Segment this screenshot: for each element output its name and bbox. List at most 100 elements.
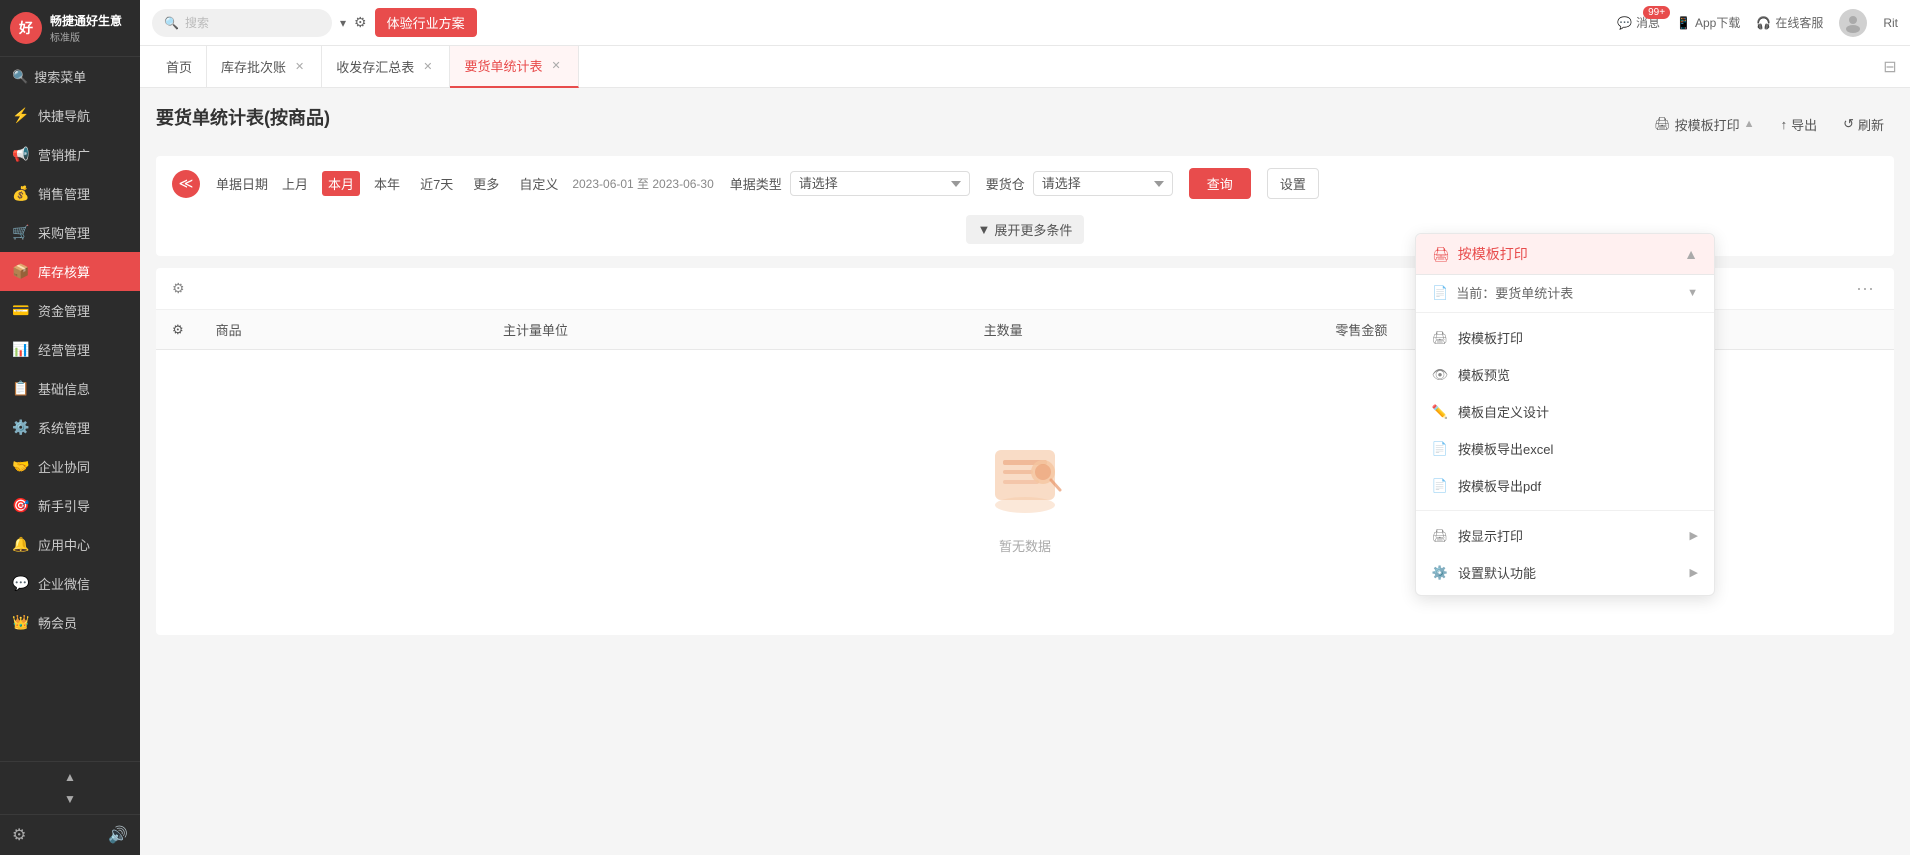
filter-row: ≪ 单据日期 上月 本月 本年 近7天 更多 自定义 2023-06-01 至 … (172, 168, 1878, 199)
filter-collapse-btn[interactable]: ≪ (172, 170, 200, 198)
dropdown-item-display-print[interactable]: 🖨 按显示打印 ▶ (1416, 517, 1714, 554)
tab-home[interactable]: 首页 (152, 46, 207, 88)
sidebar-item-appstore[interactable]: 🔔 应用中心 (0, 525, 140, 564)
date-more-btn[interactable]: 更多 (467, 171, 505, 196)
template-print-icon: 🖨 (1432, 330, 1448, 346)
sidebar-item-inventory[interactable]: 📦 库存核算 (0, 252, 140, 291)
col-extra (1735, 310, 1894, 350)
wechat-icon: 💬 (12, 575, 30, 593)
quick-nav-icon: ⚡ (12, 107, 30, 125)
dropdown-item-template-design[interactable]: ✏️ 模板自定义设计 (1416, 393, 1714, 430)
footer-settings-icon[interactable]: ⚙ (12, 825, 26, 845)
display-print-icon: 🖨 (1432, 528, 1448, 544)
sidebar-item-finance[interactable]: 💳 资金管理 (0, 291, 140, 330)
print-dropdown-header: 🖨 按模板打印 ▲ (1416, 234, 1714, 275)
date-year-btn[interactable]: 本年 (368, 171, 406, 196)
sidebar-item-sales[interactable]: 💰 销售管理 (0, 174, 140, 213)
tab-batch-account[interactable]: 库存批次账 ✕ (207, 46, 322, 88)
export-btn[interactable]: ↑ 导出 (1771, 110, 1828, 139)
message-btn[interactable]: 💬 消息 99+ (1617, 14, 1660, 31)
sidebar-item-system[interactable]: ⚙️ 系统管理 (0, 408, 140, 447)
finance-icon: 💳 (12, 302, 30, 320)
search-dropdown-btn[interactable]: ▾ (340, 16, 346, 30)
content-area: 要货单统计表(按商品) 🖨 按模板打印 ▲ ↑ 导出 ↺ 刷新 (140, 88, 1910, 855)
search-menu[interactable]: 🔍 搜索菜单 (0, 57, 140, 96)
col-goods: 商品 (200, 310, 487, 350)
sidebar-item-quick-nav[interactable]: ⚡ 快捷导航 (0, 96, 140, 135)
dropdown-item-template-print[interactable]: 🖨 按模板打印 (1416, 319, 1714, 356)
main-area: 🔍 搜索 ▾ ⚙ 体验行业方案 💬 消息 99+ 📱 App下载 🎧 在线客服 (140, 0, 1910, 855)
date-7days-btn[interactable]: 近7天 (414, 171, 459, 196)
goods-filter-select[interactable]: 请选择 (1033, 171, 1173, 196)
type-filter-select[interactable]: 请选择 (790, 171, 970, 196)
sidebar-item-marketing[interactable]: 📢 营销推广 (0, 135, 140, 174)
member-icon: 👑 (12, 614, 30, 632)
service-icon: 🎧 (1756, 16, 1771, 30)
print-dropdown-toggle[interactable]: ▲ (1744, 118, 1755, 130)
sidebar-scroll-down[interactable]: ▼ (60, 788, 80, 810)
dropdown-item-set-default[interactable]: ⚙️ 设置默认功能 ▶ (1416, 554, 1714, 591)
current-template-label: 📄 当前：要货单统计表 ▼ (1416, 275, 1714, 310)
industry-btn[interactable]: 体验行业方案 (375, 8, 477, 37)
appstore-icon: 🔔 (12, 536, 30, 554)
footer-audio-icon[interactable]: 🔊 (108, 825, 128, 845)
system-icon: ⚙️ (12, 419, 30, 437)
search-box[interactable]: 🔍 搜索 (152, 9, 332, 37)
dropdown-item-export-excel[interactable]: 📄 按模板导出excel (1416, 430, 1714, 467)
content-actions: 🖨 按模板打印 ▲ ↑ 导出 ↺ 刷新 (1644, 110, 1894, 139)
export-label: 导出 (1791, 115, 1817, 134)
date-prev-month-btn[interactable]: 上月 (276, 171, 314, 196)
tab-close-order[interactable]: ✕ (549, 58, 564, 73)
tab-expand-btn[interactable]: ⊟ (1870, 46, 1910, 88)
tab-receivable[interactable]: 收发存汇总表 ✕ (322, 46, 450, 88)
dropdown-item-export-pdf[interactable]: 📄 按模板导出pdf (1416, 467, 1714, 504)
query-btn[interactable]: 查询 (1189, 168, 1251, 199)
sidebar-item-basic[interactable]: 📋 基础信息 (0, 369, 140, 408)
sidebar-item-operation[interactable]: 📊 经营管理 (0, 330, 140, 369)
tab-order-stats[interactable]: 要货单统计表 ✕ (450, 46, 578, 88)
current-icon: 📄 (1432, 285, 1448, 301)
tab-close-batch[interactable]: ✕ (292, 59, 307, 74)
goods-filter-label: 要货仓 (986, 174, 1025, 193)
username-label: Rit (1883, 16, 1898, 30)
logo-text: 畅捷通好生意 标准版 (50, 12, 122, 44)
refresh-icon: ↺ (1843, 116, 1854, 132)
topbar-right: 💬 消息 99+ 📱 App下载 🎧 在线客服 Rit (1617, 9, 1898, 37)
date-custom-btn[interactable]: 自定义 (513, 171, 564, 196)
online-service-btn[interactable]: 🎧 在线客服 (1756, 14, 1823, 31)
type-filter: 单据类型 请选择 (730, 171, 970, 196)
sidebar-item-purchase[interactable]: 🛒 采购管理 (0, 213, 140, 252)
print-template-btn[interactable]: 🖨 按模板打印 ▲ (1644, 110, 1764, 139)
date-filter-label: 单据日期 (216, 174, 268, 193)
sidebar-footer: ⚙ 🔊 (0, 814, 140, 855)
message-icon: 💬 (1617, 16, 1632, 30)
dropdown-item-template-preview[interactable]: 👁 模板预览 (1416, 356, 1714, 393)
service-label: 在线客服 (1775, 14, 1823, 31)
display-actions-section: 🖨 按显示打印 ▶ ⚙️ 设置默认功能 ▶ (1416, 513, 1714, 595)
print-dropdown-close-btn[interactable]: ▲ (1684, 246, 1698, 262)
settings-btn[interactable]: 设置 (1267, 168, 1319, 199)
date-filter: 单据日期 上月 本月 本年 近7天 更多 自定义 2023-06-01 至 20… (216, 171, 714, 196)
table-more-btn[interactable]: ··· (1852, 278, 1878, 299)
app-download-btn[interactable]: 📱 App下载 (1676, 14, 1740, 31)
set-default-arrow: ▶ (1690, 566, 1698, 579)
current-template-text: 当前：要货单统计表 (1456, 283, 1573, 302)
type-filter-label: 单据类型 (730, 174, 782, 193)
tab-close-receivable[interactable]: ✕ (420, 59, 435, 74)
tabbar: 首页 库存批次账 ✕ 收发存汇总表 ✕ 要货单统计表 ✕ ⊟ (140, 46, 1910, 88)
newbie-icon: 🎯 (12, 497, 30, 515)
sidebar-item-coop[interactable]: 🤝 企业协同 (0, 447, 140, 486)
topbar-settings-btn[interactable]: ⚙ (354, 14, 367, 31)
sidebar-item-newbie[interactable]: 🎯 新手引导 (0, 486, 140, 525)
table-settings-btn[interactable]: ⚙ (172, 280, 185, 297)
print-label: 按模板打印 (1675, 115, 1740, 134)
sidebar-scroll-up[interactable]: ▲ (60, 766, 80, 788)
refresh-btn[interactable]: ↺ 刷新 (1833, 110, 1894, 139)
date-current-month-btn[interactable]: 本月 (322, 171, 360, 196)
expand-icon: ▼ (978, 222, 991, 237)
sidebar-item-wechat[interactable]: 💬 企业微信 (0, 564, 140, 603)
user-avatar[interactable] (1839, 9, 1867, 37)
export-pdf-icon: 📄 (1432, 478, 1448, 494)
sidebar-item-member[interactable]: 👑 畅会员 (0, 603, 140, 642)
expand-more-btn[interactable]: ▼ 展开更多条件 (966, 215, 1085, 244)
